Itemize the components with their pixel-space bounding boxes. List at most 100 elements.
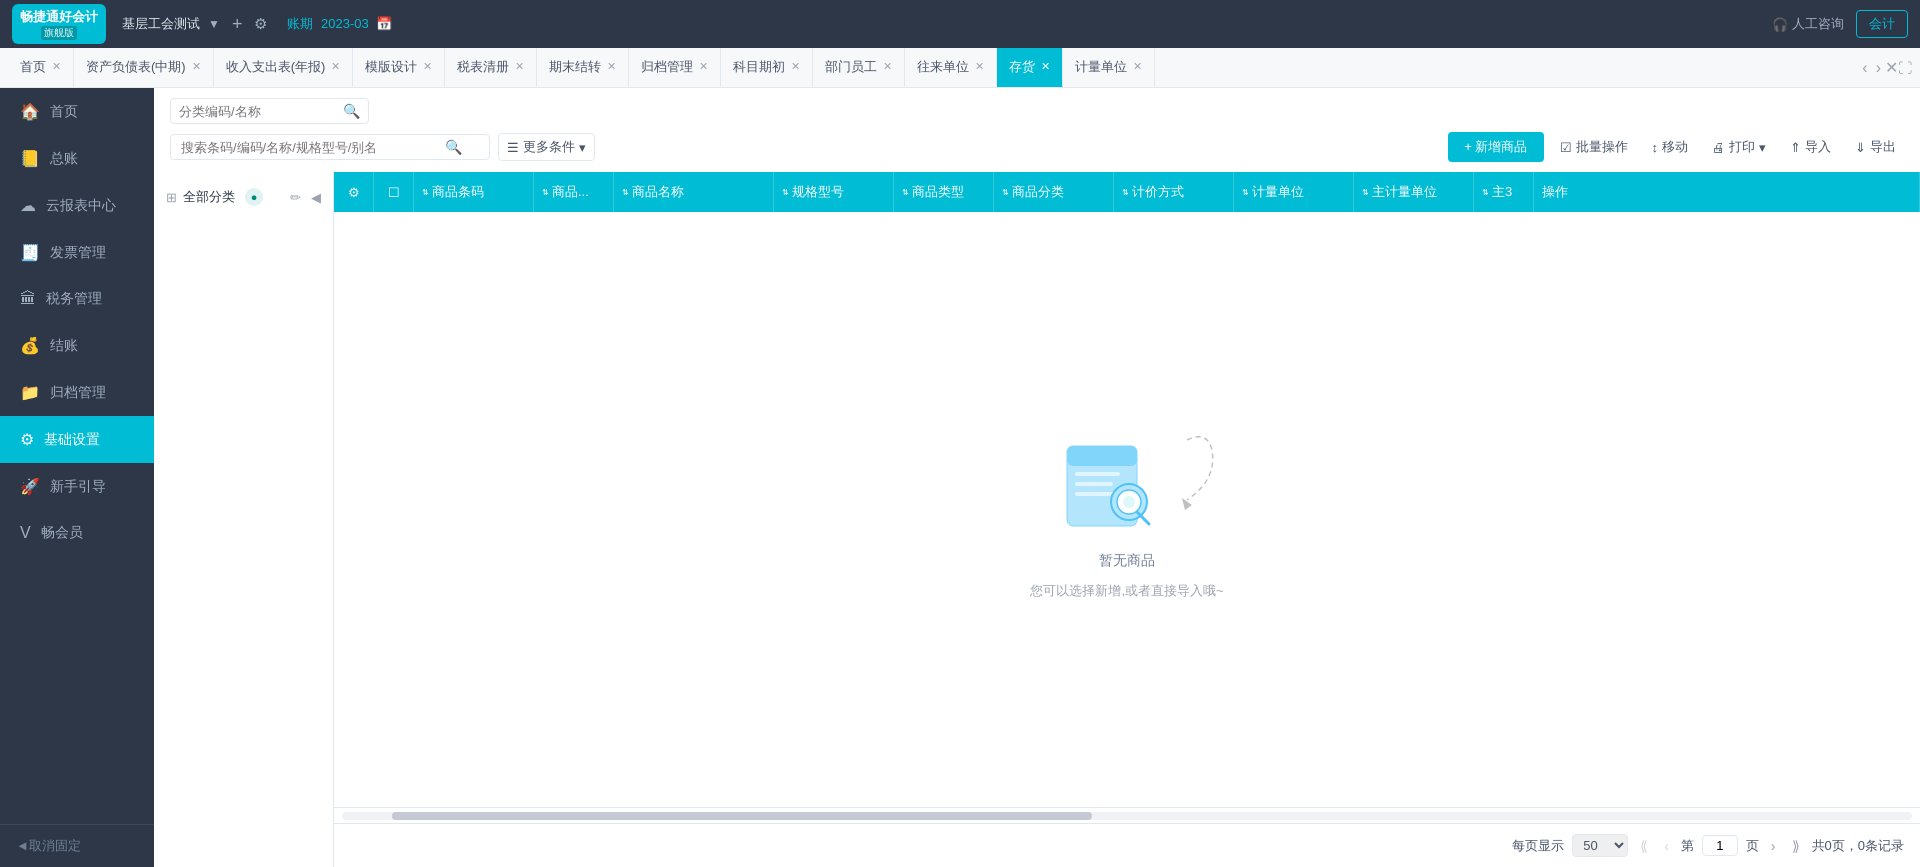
tab-nav-right[interactable]: › xyxy=(1872,59,1885,77)
tab-close-icon[interactable]: ✕ xyxy=(192,60,201,73)
tab-资产负债表(中期)[interactable]: 资产负债表(中期)✕ xyxy=(74,48,214,88)
page-next-button[interactable]: › xyxy=(1767,838,1780,854)
company-dropdown-icon[interactable]: ▼ xyxy=(208,17,220,31)
sidebar-icon-基础设置: ⚙ xyxy=(20,430,34,449)
sidebar-item-发票管理[interactable]: 🧾发票管理 xyxy=(0,229,154,276)
classify-search-input[interactable] xyxy=(179,104,339,119)
tab-计量单位[interactable]: 计量单位✕ xyxy=(1063,48,1155,88)
sidebar-item-总账[interactable]: 📒总账 xyxy=(0,135,154,182)
new-product-button[interactable]: + 新增商品 xyxy=(1448,132,1543,162)
per-page-select[interactable]: 50 10 20 100 xyxy=(1572,834,1628,857)
empty-main-text: 暂无商品 xyxy=(1099,552,1155,570)
sidebar-item-新手引导[interactable]: 🚀新手引导 xyxy=(0,463,154,510)
illustration-svg xyxy=(1057,436,1167,536)
main-layout: 🏠首页📒总账☁云报表中心🧾发票管理🏛税务管理💰结账📁归档管理⚙基础设置🚀新手引导… xyxy=(0,88,1920,867)
tab-close-icon[interactable]: ✕ xyxy=(1041,60,1050,73)
th-main-unit[interactable]: ⇅ 主计量单位 xyxy=(1354,172,1474,212)
tab-close-icon[interactable]: ✕ xyxy=(1133,60,1142,73)
tab-往来单位[interactable]: 往来单位✕ xyxy=(905,48,997,88)
horizontal-scrollbar[interactable] xyxy=(334,807,1920,823)
th-settings[interactable]: ⚙ xyxy=(334,172,374,212)
product-search-icon[interactable]: 🔍 xyxy=(445,139,462,155)
th-checkbox-icon: ☐ xyxy=(388,185,400,200)
tab-close-all-button[interactable]: ✕ xyxy=(1885,58,1898,77)
collapse-panel-icon[interactable]: ◀ xyxy=(311,190,321,205)
tab-nav-left[interactable]: ‹ xyxy=(1858,59,1871,77)
move-button[interactable]: ↕ 移动 xyxy=(1644,134,1697,160)
sidebar-icon-发票管理: 🧾 xyxy=(20,243,40,262)
more-conditions-button[interactable]: ☰ 更多条件 ▾ xyxy=(498,133,595,161)
scrollbar-track[interactable] xyxy=(342,812,1912,820)
tab-税表清册[interactable]: 税表清册✕ xyxy=(445,48,537,88)
tab-部门员工[interactable]: 部门员工✕ xyxy=(813,48,905,88)
tab-close-icon[interactable]: ✕ xyxy=(791,60,800,73)
consulting-button[interactable]: 🎧 人工咨询 xyxy=(1772,15,1844,33)
sidebar-icon-新手引导: 🚀 xyxy=(20,477,40,496)
tab-close-icon[interactable]: ✕ xyxy=(975,60,984,73)
sidebar-icon-税务管理: 🏛 xyxy=(20,290,36,308)
tab-首页[interactable]: 首页✕ xyxy=(8,48,74,88)
th-barcode[interactable]: ⇅ 商品条码 xyxy=(414,172,534,212)
sidebar-item-基础设置[interactable]: ⚙基础设置 xyxy=(0,416,154,463)
settings-icon[interactable]: ⚙ xyxy=(254,15,267,33)
th-name[interactable]: ⇅ 商品名称 xyxy=(614,172,774,212)
page-prev-button[interactable]: ‹ xyxy=(1660,838,1673,854)
calendar-icon[interactable]: 📅 xyxy=(376,16,392,31)
product-search-box[interactable]: 🔍 xyxy=(170,134,490,160)
tab-close-icon[interactable]: ✕ xyxy=(883,60,892,73)
edit-category-icon[interactable]: ✏ xyxy=(290,190,301,205)
th-3[interactable]: ⇅ 主3 xyxy=(1474,172,1534,212)
th-code[interactable]: ⇅ 商品... xyxy=(534,172,614,212)
tab-科目期初[interactable]: 科目期初✕ xyxy=(721,48,813,88)
tab-归档管理[interactable]: 归档管理✕ xyxy=(629,48,721,88)
th-price-method[interactable]: ⇅ 计价方式 xyxy=(1114,172,1234,212)
empty-illustration xyxy=(1057,436,1167,540)
tab-存货[interactable]: 存货✕ xyxy=(997,48,1063,88)
sidebar-item-云报表中心[interactable]: ☁云报表中心 xyxy=(0,182,154,229)
add-tab-button[interactable]: + xyxy=(232,14,243,35)
import-button[interactable]: ⇑ 导入 xyxy=(1782,134,1839,160)
page-number-input[interactable] xyxy=(1702,835,1738,856)
tab-close-icon[interactable]: ✕ xyxy=(515,60,524,73)
sort-icon: ⇅ xyxy=(1482,188,1489,197)
unpin-button[interactable]: ◄取消固定 xyxy=(0,824,154,867)
content-area: 🔍 🔍 ☰ 更多条件 ▾ + 新增商品 ☑ 批量操作 xyxy=(154,88,1920,867)
sidebar-item-畅会员[interactable]: V畅会员 xyxy=(0,510,154,556)
sidebar-item-结账[interactable]: 💰结账 xyxy=(0,322,154,369)
product-search-input[interactable] xyxy=(181,140,441,155)
th-spec[interactable]: ⇅ 规格型号 xyxy=(774,172,894,212)
unpin-label: ◄取消固定 xyxy=(16,837,81,855)
tab-close-icon[interactable]: ✕ xyxy=(607,60,616,73)
all-category-item[interactable]: ⊞ 全部分类 ● ✏ ◀ xyxy=(154,180,333,214)
tab-close-icon[interactable]: ✕ xyxy=(52,60,61,73)
tab-模版设计[interactable]: 模版设计✕ xyxy=(353,48,445,88)
page-suffix: 页 xyxy=(1746,837,1759,855)
sidebar-item-首页[interactable]: 🏠首页 xyxy=(0,88,154,135)
th-unit[interactable]: ⇅ 计量单位 xyxy=(1234,172,1354,212)
classify-search-icon[interactable]: 🔍 xyxy=(343,103,360,119)
th-category[interactable]: ⇅ 商品分类 xyxy=(994,172,1114,212)
tab-close-icon[interactable]: ✕ xyxy=(423,60,432,73)
logo-area: 畅捷通好会计 旗舰版 xyxy=(12,4,106,44)
sidebar-item-归档管理[interactable]: 📁归档管理 xyxy=(0,369,154,416)
sidebar-item-税务管理[interactable]: 🏛税务管理 xyxy=(0,276,154,322)
tab-maximize-button[interactable]: ⛶ xyxy=(1898,60,1912,76)
company-name[interactable]: 基层工会测试 xyxy=(122,15,200,33)
kuaiji-button[interactable]: 会计 xyxy=(1856,10,1908,38)
th-checkbox[interactable]: ☐ xyxy=(374,172,414,212)
page-first-button[interactable]: ⟪ xyxy=(1636,838,1652,854)
classify-search-box[interactable]: 🔍 xyxy=(170,98,369,124)
page-last-button[interactable]: ⟫ xyxy=(1788,838,1804,854)
batch-op-button[interactable]: ☑ 批量操作 xyxy=(1552,134,1636,160)
scrollbar-thumb[interactable] xyxy=(392,812,1092,820)
print-icon: 🖨 xyxy=(1712,140,1725,155)
tab-close-icon[interactable]: ✕ xyxy=(699,60,708,73)
tab-期末结转[interactable]: 期末结转✕ xyxy=(537,48,629,88)
tab-close-icon[interactable]: ✕ xyxy=(331,60,340,73)
print-button[interactable]: 🖨 打印 ▾ xyxy=(1704,134,1774,160)
tab-收入支出表(年报)[interactable]: 收入支出表(年报)✕ xyxy=(214,48,354,88)
export-button[interactable]: ⇓ 导出 xyxy=(1847,134,1904,160)
empty-decoration xyxy=(1027,420,1227,540)
th-type[interactable]: ⇅ 商品类型 xyxy=(894,172,994,212)
batch-op-icon: ☑ xyxy=(1560,140,1572,155)
